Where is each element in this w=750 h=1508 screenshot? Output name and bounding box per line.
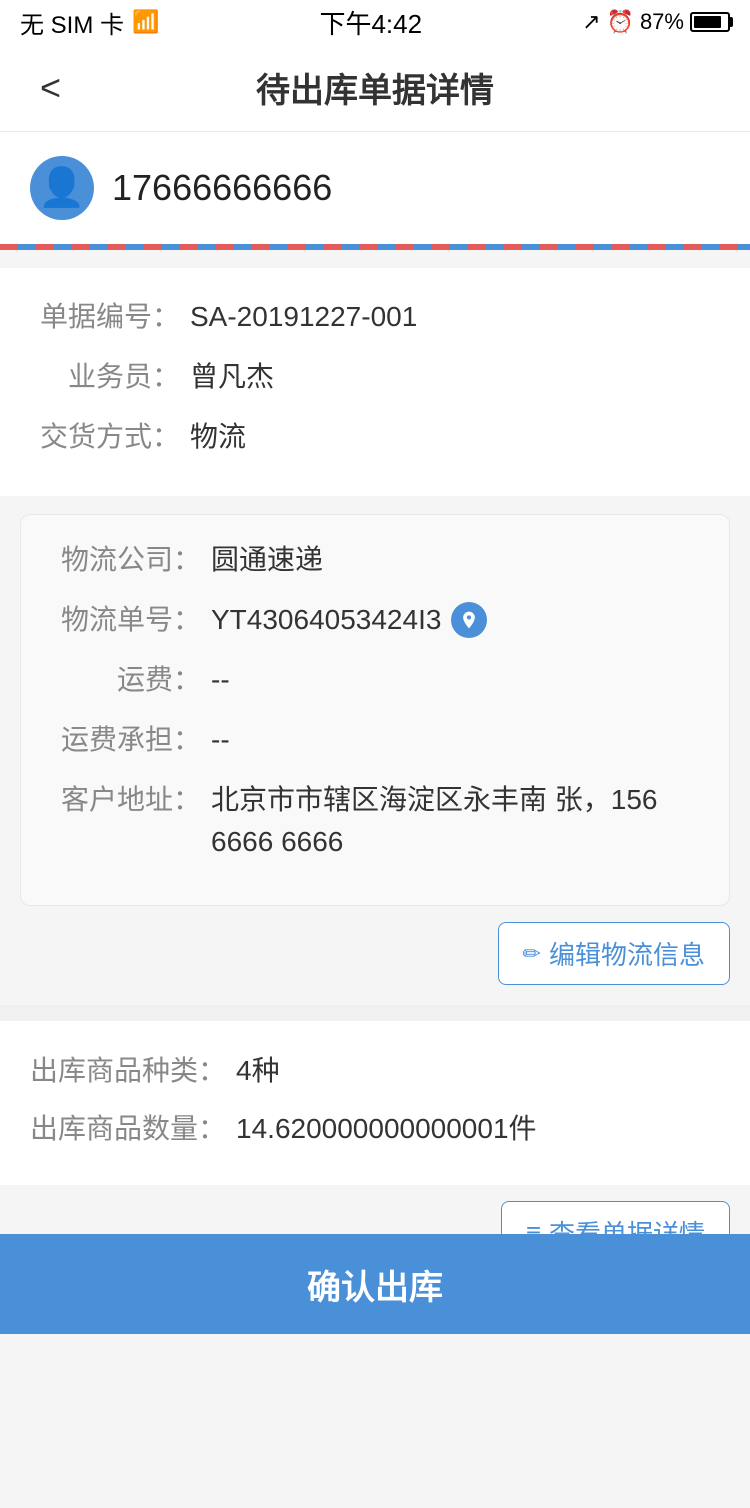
staff-row: 业务员： 曾凡杰 [30, 356, 720, 398]
goods-quantity-value: 14.620000000000001件 [236, 1107, 720, 1147]
user-icon: 👤 [38, 166, 85, 210]
staff-label: 业务员： [30, 356, 180, 398]
staff-value: 曾凡杰 [190, 356, 720, 398]
tracking-number: YT43064053424I3 [211, 599, 441, 641]
delivery-value: 物流 [190, 416, 720, 458]
order-number-row: 单据编号： SA-20191227-001 [30, 296, 720, 338]
tracking-label: 物流单号： [51, 599, 201, 641]
freight-row: 运费： -- [51, 659, 699, 701]
order-number-label: 单据编号： [30, 296, 180, 338]
customer-header: 👤 17666666666 [0, 132, 750, 244]
goods-type-value: 4种 [236, 1049, 720, 1089]
edit-btn-row: ✏ 编辑物流信息 [0, 906, 750, 985]
freight-label: 运费： [51, 659, 201, 701]
logistics-card: 物流公司： 圆通速递 物流单号： YT43064053424I3 运费： -- … [20, 514, 730, 906]
edit-logistics-button[interactable]: ✏ 编辑物流信息 [498, 922, 730, 985]
address-row: 客户地址： 北京市市辖区海淀区永丰南 张，156 6666 6666 [51, 779, 699, 863]
battery-percent: 87% [640, 9, 684, 35]
page-title: 待出库单据详情 [256, 63, 494, 112]
map-pin-icon [459, 610, 479, 630]
customer-phone: 17666666666 [112, 167, 332, 209]
logistics-company-label: 物流公司： [51, 539, 201, 581]
carrier-label: 无 SIM 卡 [20, 5, 124, 40]
goods-type-label: 出库商品种类： [30, 1049, 226, 1089]
address-label: 客户地址： [51, 779, 201, 821]
confirm-button[interactable]: 确认出库 [0, 1234, 750, 1334]
section-divider [0, 1005, 750, 1021]
order-number-value: SA-20191227-001 [190, 296, 720, 338]
back-button[interactable]: < [30, 57, 71, 119]
confirm-btn-label: 确认出库 [307, 1260, 443, 1309]
logistics-company-row: 物流公司： 圆通速递 [51, 539, 699, 581]
status-time: 下午4:42 [319, 4, 422, 41]
status-right: ↗ ⏰ 87% [582, 9, 730, 35]
status-bar: 无 SIM 卡 📶 下午4:42 ↗ ⏰ 87% [0, 0, 750, 44]
freight-value: -- [211, 659, 699, 701]
goods-quantity-label: 出库商品数量： [30, 1107, 226, 1147]
tracking-value-container: YT43064053424I3 [211, 599, 699, 641]
logistics-company-value: 圆通速递 [211, 539, 699, 581]
battery-icon [690, 12, 730, 32]
edit-logistics-label: 编辑物流信息 [549, 935, 705, 972]
goods-section: 出库商品种类： 4种 出库商品数量： 14.620000000000001件 [0, 1021, 750, 1185]
delivery-label: 交货方式： [30, 416, 180, 458]
delivery-row: 交货方式： 物流 [30, 416, 720, 458]
alarm-icon: ⏰ [607, 9, 634, 35]
wifi-icon: 📶 [132, 9, 159, 35]
nav-bar: < 待出库单据详情 [0, 44, 750, 132]
dashed-divider [0, 244, 750, 250]
tracking-row: 物流单号： YT43064053424I3 [51, 599, 699, 641]
status-left: 无 SIM 卡 📶 [20, 5, 159, 40]
goods-quantity-row: 出库商品数量： 14.620000000000001件 [30, 1107, 720, 1147]
freight-bearer-label: 运费承担： [51, 719, 201, 761]
avatar: 👤 [30, 156, 94, 220]
order-info-section: 单据编号： SA-20191227-001 业务员： 曾凡杰 交货方式： 物流 [0, 268, 750, 496]
goods-type-row: 出库商品种类： 4种 [30, 1049, 720, 1089]
tracking-location-icon[interactable] [451, 602, 487, 638]
edit-icon: ✏ [523, 941, 541, 967]
address-value: 北京市市辖区海淀区永丰南 张，156 6666 6666 [211, 779, 699, 863]
freight-bearer-value: -- [211, 719, 699, 761]
location-status-icon: ↗ [582, 9, 600, 35]
freight-bearer-row: 运费承担： -- [51, 719, 699, 761]
